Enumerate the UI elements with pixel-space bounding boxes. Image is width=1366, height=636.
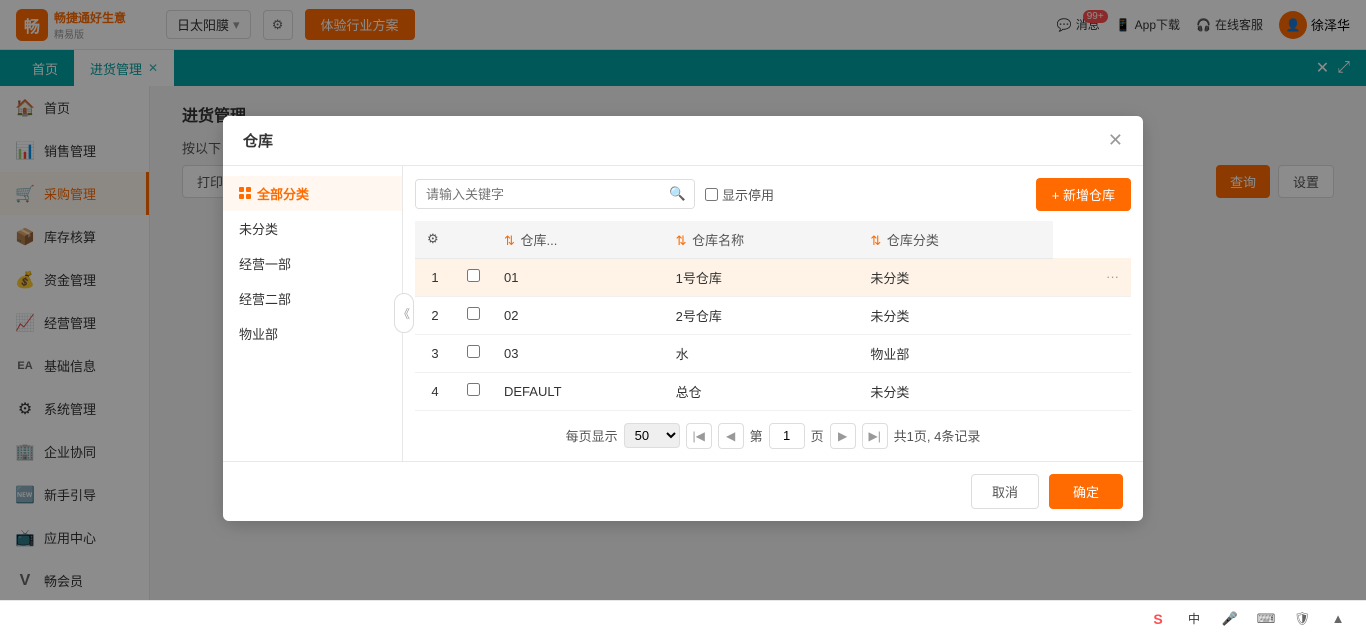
row-more-4[interactable] [1053,372,1131,410]
table-row[interactable]: 4 DEFAULT 总仓 未分类 [415,372,1131,410]
table-row[interactable]: 1 01 1号仓库 未分类 ··· [415,258,1131,296]
bottom-bar: S 中 🎤 ⌨ 🛡 ▲ [0,600,1366,636]
th-category: ⇅ 仓库分类 [858,221,1053,259]
page-label: 第 [750,426,763,445]
th-code: ⇅ 仓库... [492,221,664,259]
table-header: ⚙ ⇅ 仓库... ⇅ 仓库名称 [415,221,1131,259]
next-page-button[interactable]: ▶ [830,423,856,449]
warehouse-modal: 仓库 ✕ 全部分类 未分类 经营一部 经营二部 物业部 [223,116,1143,521]
table-toolbar: 🔍 显示停用 + 新增仓库 [415,178,1131,211]
row-category-4: 未分类 [858,372,1053,410]
row-category-1: 未分类 [858,258,1053,296]
row-category-3: 物业部 [858,334,1053,372]
sort-icon3: ⇅ [870,233,881,248]
grid-icon [239,187,251,199]
sort-icon: ⇅ [504,233,515,248]
row-num-2: 2 [415,296,455,334]
first-page-button[interactable]: |◀ [686,423,712,449]
row-check-3[interactable] [455,334,492,372]
last-page-button[interactable]: ▶| [862,423,888,449]
row-check-2[interactable] [455,296,492,334]
th-settings: ⚙ [415,221,455,259]
row-more-2[interactable] [1053,296,1131,334]
category-item-property[interactable]: 物业部 [223,316,402,351]
row-name-3: 水 [664,334,859,372]
modal-footer: 取消 确定 [223,461,1143,521]
search-box: 🔍 [415,179,695,209]
collapse-category-button[interactable]: 《 [394,293,414,333]
category-item-dept2[interactable]: 经营二部 [223,281,402,316]
warehouse-table: ⚙ ⇅ 仓库... ⇅ 仓库名称 [415,221,1131,411]
row-code-4: DEFAULT [492,372,664,410]
add-warehouse-button[interactable]: + 新增仓库 [1036,178,1131,211]
row-name-1: 1号仓库 [664,258,859,296]
row-check-4[interactable] [455,372,492,410]
row-num-1: 1 [415,258,455,296]
sort-icon2: ⇅ [676,233,687,248]
brand-bottom-icon: S [1146,607,1170,631]
category-all-item[interactable]: 全部分类 [223,176,402,211]
show-disabled-checkbox[interactable] [705,188,718,201]
category-panel: 全部分类 未分类 经营一部 经营二部 物业部 《 [223,166,403,461]
mic-icon[interactable]: 🎤 [1218,607,1242,631]
row-num-3: 3 [415,334,455,372]
table-row[interactable]: 3 03 水 物业部 [415,334,1131,372]
row-name-2: 2号仓库 [664,296,859,334]
table-row[interactable]: 2 02 2号仓库 未分类 [415,296,1131,334]
page-size-select[interactable]: 50 20 100 [624,423,680,448]
row-code-1: 01 [492,258,664,296]
row-num-4: 4 [415,372,455,410]
row-category-2: 未分类 [858,296,1053,334]
table-container: ⚙ ⇅ 仓库... ⇅ 仓库名称 [415,221,1131,411]
search-button[interactable]: 🔍 [661,180,694,208]
keyboard-icon[interactable]: ⌨ [1254,607,1278,631]
modal-title: 仓库 [243,130,273,151]
row-code-3: 03 [492,334,664,372]
th-checkbox [455,221,492,259]
confirm-button[interactable]: 确定 [1049,474,1123,509]
security-icon[interactable]: 🛡 [1290,607,1314,631]
modal-header: 仓库 ✕ [223,116,1143,166]
page-number-input[interactable] [769,423,805,449]
chinese-input-icon[interactable]: 中 [1182,607,1206,631]
table-body: 1 01 1号仓库 未分类 ··· 2 02 2 [415,258,1131,410]
modal-close-button[interactable]: ✕ [1108,130,1123,151]
arrow-up-icon[interactable]: ▲ [1326,607,1350,631]
prev-page-button[interactable]: ◀ [718,423,744,449]
cancel-button[interactable]: 取消 [971,474,1039,509]
search-input[interactable] [416,181,661,208]
table-panel: 🔍 显示停用 + 新增仓库 ⚙ [403,166,1143,461]
category-item-dept1[interactable]: 经营一部 [223,246,402,281]
pagination: 每页显示 50 20 100 |◀ ◀ 第 页 ▶ ▶| 共1页, 4条记录 [415,423,1131,449]
show-disabled-label[interactable]: 显示停用 [705,185,774,204]
row-name-4: 总仓 [664,372,859,410]
page-unit: 页 [811,426,824,445]
row-check-1[interactable] [455,258,492,296]
modal-body: 全部分类 未分类 经营一部 经营二部 物业部 《 🔍 [223,166,1143,461]
modal-overlay: 仓库 ✕ 全部分类 未分类 经营一部 经营二部 物业部 [0,0,1366,636]
row-code-2: 02 [492,296,664,334]
th-name: ⇅ 仓库名称 [664,221,859,259]
row-more-3[interactable] [1053,334,1131,372]
category-item-unclassified[interactable]: 未分类 [223,211,402,246]
row-more-1[interactable]: ··· [1053,258,1131,296]
